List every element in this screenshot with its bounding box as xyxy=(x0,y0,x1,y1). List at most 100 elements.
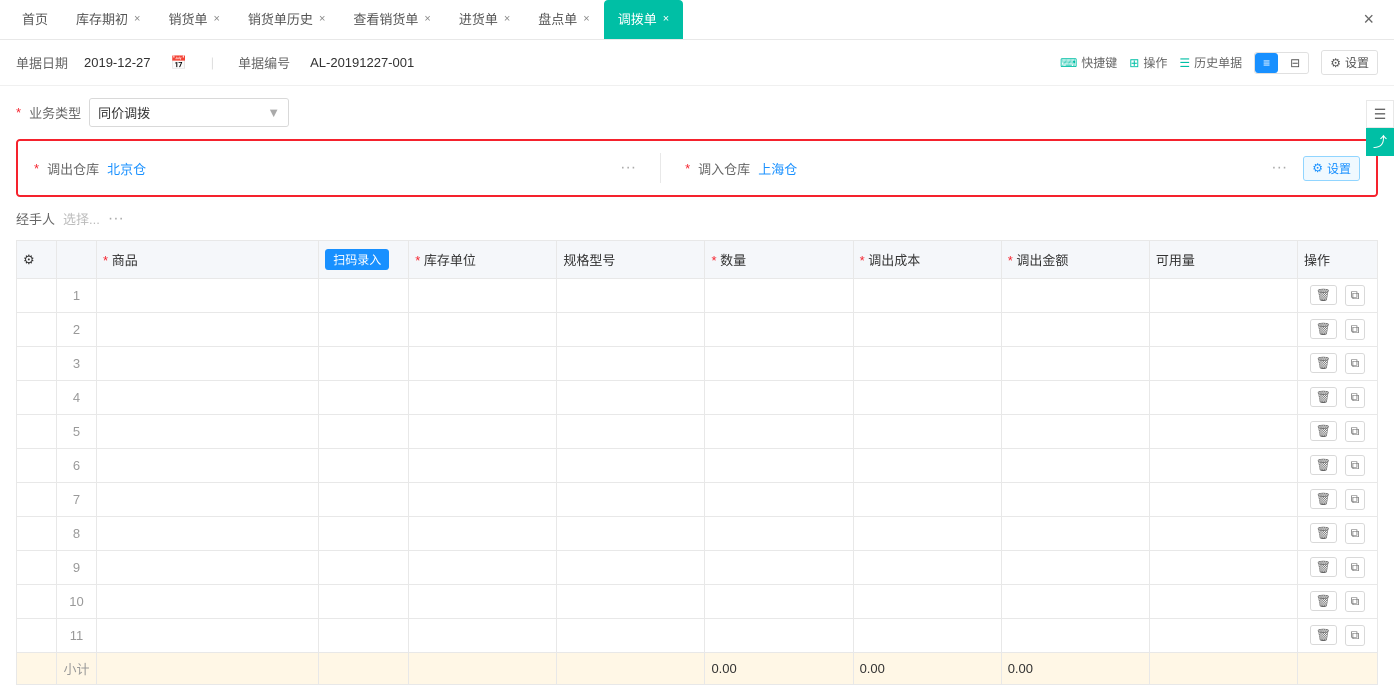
row-amount-2[interactable] xyxy=(1001,313,1149,347)
row-cost-9[interactable] xyxy=(853,551,1001,585)
close-tab-transfer[interactable]: × xyxy=(663,13,669,25)
tab-inventory-init[interactable]: 库存期初 × xyxy=(62,0,154,39)
row-qty-6[interactable] xyxy=(705,449,853,483)
tab-purchase[interactable]: 进货单 × xyxy=(445,0,524,39)
row-amount-10[interactable] xyxy=(1001,585,1149,619)
row-spec-6[interactable] xyxy=(557,449,705,483)
row-cost-7[interactable] xyxy=(853,483,1001,517)
row-delete-button-3[interactable]: 🗑 xyxy=(1310,353,1337,373)
warehouse-in-more-button[interactable]: ··· xyxy=(1271,159,1287,177)
handler-select[interactable]: 选择... xyxy=(63,209,100,228)
row-amount-11[interactable] xyxy=(1001,619,1149,653)
row-spec-5[interactable] xyxy=(557,415,705,449)
row-unit-9[interactable] xyxy=(409,551,557,585)
row-qty-2[interactable] xyxy=(705,313,853,347)
row-copy-button-5[interactable]: ⧉ xyxy=(1345,421,1366,442)
row-qty-11[interactable] xyxy=(705,619,853,653)
row-cost-10[interactable] xyxy=(853,585,1001,619)
row-unit-10[interactable] xyxy=(409,585,557,619)
row-product-3[interactable] xyxy=(97,347,319,381)
row-delete-button-2[interactable]: 🗑 xyxy=(1310,319,1337,339)
row-spec-11[interactable] xyxy=(557,619,705,653)
row-product-7[interactable] xyxy=(97,483,319,517)
row-copy-button-4[interactable]: ⧉ xyxy=(1345,387,1366,408)
row-qty-3[interactable] xyxy=(705,347,853,381)
calendar-icon[interactable]: 📅 xyxy=(171,55,187,71)
row-product-5[interactable] xyxy=(97,415,319,449)
row-cost-1[interactable] xyxy=(853,279,1001,313)
row-cost-8[interactable] xyxy=(853,517,1001,551)
row-delete-button-11[interactable]: 🗑 xyxy=(1310,625,1337,645)
row-product-10[interactable] xyxy=(97,585,319,619)
row-spec-10[interactable] xyxy=(557,585,705,619)
tab-sales-history[interactable]: 销货单历史 × xyxy=(234,0,339,39)
row-copy-button-10[interactable]: ⧉ xyxy=(1345,591,1366,612)
row-amount-6[interactable] xyxy=(1001,449,1149,483)
tab-stocktake[interactable]: 盘点单 × xyxy=(524,0,603,39)
row-delete-button-10[interactable]: 🗑 xyxy=(1310,591,1337,611)
row-product-6[interactable] xyxy=(97,449,319,483)
row-unit-6[interactable] xyxy=(409,449,557,483)
tab-transfer[interactable]: 调拨单 × xyxy=(604,0,683,39)
row-delete-button-9[interactable]: 🗑 xyxy=(1310,557,1337,577)
row-delete-button-8[interactable]: 🗑 xyxy=(1310,523,1337,543)
row-copy-button-6[interactable]: ⧉ xyxy=(1345,455,1366,476)
window-close-button[interactable]: × xyxy=(1351,9,1386,30)
row-amount-3[interactable] xyxy=(1001,347,1149,381)
row-copy-button-2[interactable]: ⧉ xyxy=(1345,319,1366,340)
row-spec-3[interactable] xyxy=(557,347,705,381)
row-qty-10[interactable] xyxy=(705,585,853,619)
scan-button[interactable]: 扫码录入 xyxy=(325,249,389,270)
warehouse-out-more-button[interactable]: ··· xyxy=(620,159,636,177)
row-product-8[interactable] xyxy=(97,517,319,551)
layout-list-button[interactable]: ≡ xyxy=(1255,53,1278,73)
layout-grid-button[interactable]: ⊟ xyxy=(1282,53,1308,73)
shortcuts-button[interactable]: ⌨ 快捷键 xyxy=(1060,54,1117,71)
sidebar-list-icon[interactable]: ☰ xyxy=(1366,100,1394,128)
tab-view-sales[interactable]: 查看销货单 × xyxy=(339,0,444,39)
row-amount-5[interactable] xyxy=(1001,415,1149,449)
row-copy-button-3[interactable]: ⧉ xyxy=(1345,353,1366,374)
row-unit-2[interactable] xyxy=(409,313,557,347)
row-product-2[interactable] xyxy=(97,313,319,347)
row-delete-button-7[interactable]: 🗑 xyxy=(1310,489,1337,509)
row-product-11[interactable] xyxy=(97,619,319,653)
history-button[interactable]: ☰ 历史单据 xyxy=(1179,54,1242,71)
handler-more-button[interactable]: ··· xyxy=(108,210,124,228)
row-spec-2[interactable] xyxy=(557,313,705,347)
sidebar-expand-icon[interactable]: ⤴ xyxy=(1366,128,1394,156)
warehouse-settings-button[interactable]: ⚙ 设置 xyxy=(1303,156,1360,181)
row-unit-5[interactable] xyxy=(409,415,557,449)
row-delete-button-4[interactable]: 🗑 xyxy=(1310,387,1337,407)
settings-button[interactable]: ⚙ 设置 xyxy=(1321,50,1378,75)
row-unit-11[interactable] xyxy=(409,619,557,653)
row-cost-5[interactable] xyxy=(853,415,1001,449)
row-product-4[interactable] xyxy=(97,381,319,415)
row-cost-6[interactable] xyxy=(853,449,1001,483)
close-tab-view-sales[interactable]: × xyxy=(424,13,430,25)
row-amount-7[interactable] xyxy=(1001,483,1149,517)
row-qty-7[interactable] xyxy=(705,483,853,517)
row-spec-9[interactable] xyxy=(557,551,705,585)
row-product-1[interactable] xyxy=(97,279,319,313)
row-spec-7[interactable] xyxy=(557,483,705,517)
row-amount-1[interactable] xyxy=(1001,279,1149,313)
row-qty-9[interactable] xyxy=(705,551,853,585)
row-delete-button-1[interactable]: 🗑 xyxy=(1310,285,1337,305)
row-unit-1[interactable] xyxy=(409,279,557,313)
row-unit-4[interactable] xyxy=(409,381,557,415)
row-copy-button-7[interactable]: ⧉ xyxy=(1345,489,1366,510)
row-cost-3[interactable] xyxy=(853,347,1001,381)
close-tab-sales-order[interactable]: × xyxy=(213,13,219,25)
th-gear[interactable]: ⚙ xyxy=(17,241,57,279)
row-cost-4[interactable] xyxy=(853,381,1001,415)
row-copy-button-1[interactable]: ⧉ xyxy=(1345,285,1366,306)
tab-home[interactable]: 首页 xyxy=(8,0,62,39)
row-delete-button-6[interactable]: 🗑 xyxy=(1310,455,1337,475)
tab-sales-order[interactable]: 销货单 × xyxy=(154,0,233,39)
row-qty-4[interactable] xyxy=(705,381,853,415)
row-copy-button-11[interactable]: ⧉ xyxy=(1345,625,1366,646)
row-unit-7[interactable] xyxy=(409,483,557,517)
row-amount-4[interactable] xyxy=(1001,381,1149,415)
row-unit-8[interactable] xyxy=(409,517,557,551)
